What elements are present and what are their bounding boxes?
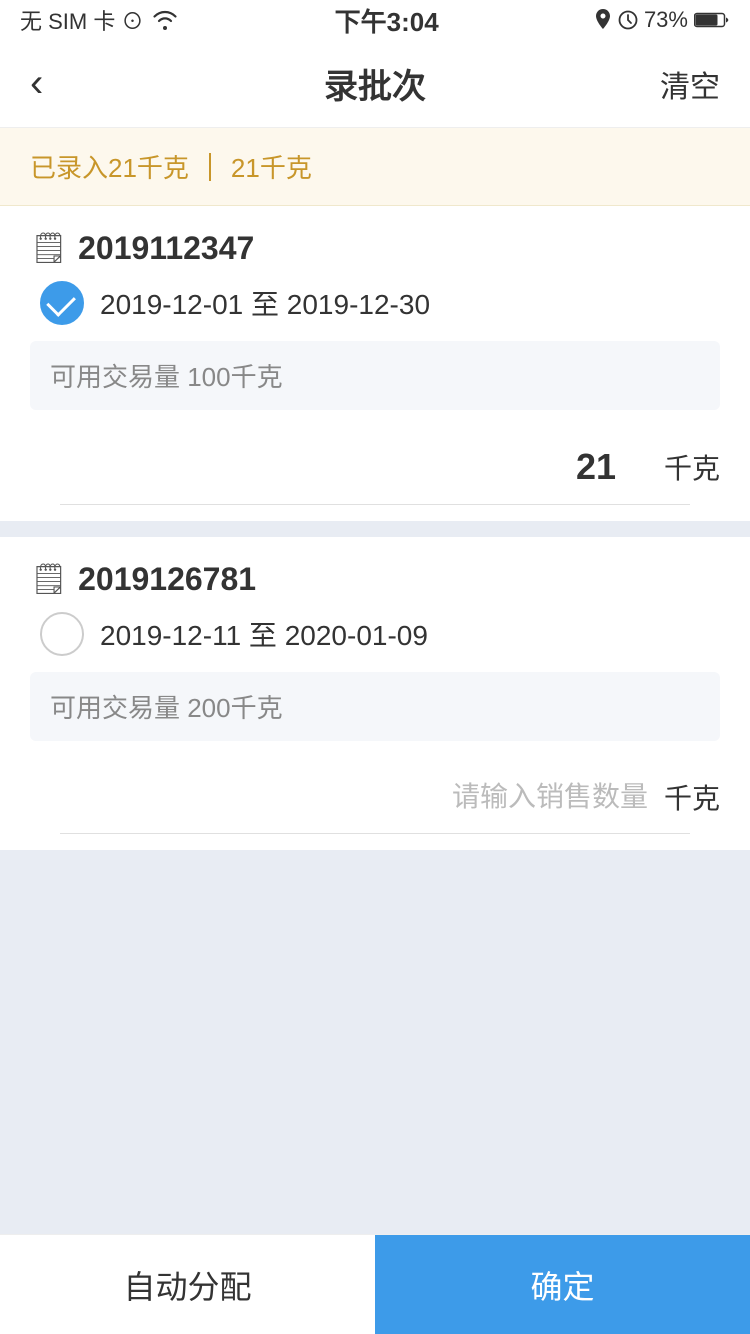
status-left: 无 SIM 卡 ⊙	[20, 4, 179, 36]
input-row-2: 千克	[30, 761, 720, 833]
qty-unit-2: 千克	[664, 777, 720, 817]
recorded-value: 21千克	[231, 148, 312, 185]
batch-item-2: 🗒 2019126781 2019-12-11 至 2020-01-09 可用交…	[0, 537, 750, 741]
location-icon	[594, 9, 612, 31]
batch-date-2: 2019-12-11 至 2020-01-09	[100, 614, 428, 654]
batch-id-1: 2019112347	[78, 230, 254, 267]
batch-date-1: 2019-12-01 至 2019-12-30	[100, 283, 430, 323]
batch-header-1: 🗒 2019112347	[30, 230, 720, 267]
status-right: 73%	[594, 7, 730, 33]
page-title: 录批次	[324, 59, 426, 108]
section-gap-1	[0, 521, 750, 537]
battery-text: 73%	[644, 7, 688, 33]
recorded-label: 已录入21千克	[30, 148, 189, 185]
batch-header-2: 🗒 2019126781	[30, 561, 720, 598]
radio-button-2[interactable]	[40, 612, 84, 656]
batch-doc-icon-2: 🗒	[30, 562, 68, 597]
batch-date-row-1: 2019-12-01 至 2019-12-30	[30, 281, 720, 325]
nav-bar: ‹ 录批次 清空	[0, 40, 750, 128]
quantity-input-2[interactable]	[30, 781, 648, 813]
available-box-1: 可用交易量 100千克	[30, 341, 720, 410]
info-divider	[209, 153, 211, 181]
available-box-2: 可用交易量 200千克	[30, 672, 720, 741]
back-button[interactable]: ‹	[30, 61, 90, 106]
qty-container-1: 21 千克	[0, 410, 750, 521]
status-time: 下午3:04	[335, 2, 439, 39]
info-bar: 已录入21千克 21千克	[0, 128, 750, 206]
batch-date-row-2: 2019-12-11 至 2020-01-09	[30, 612, 720, 656]
qty-container-2: 千克	[0, 741, 750, 850]
radio-button-1[interactable]	[40, 281, 84, 325]
wifi-icon	[151, 10, 179, 30]
batch-doc-icon-1: 🗒	[30, 231, 68, 266]
qty-row-1: 21 千克	[30, 430, 720, 504]
bottom-bar: 自动分配 确定	[0, 1234, 750, 1334]
batch-item-1: 🗒 2019112347 2019-12-01 至 2019-12-30 可用交…	[0, 206, 750, 410]
status-bar: 无 SIM 卡 ⊙ 下午3:04 73%	[0, 0, 750, 40]
battery-icon	[694, 11, 730, 29]
no-sim-text: 无 SIM 卡 ⊙	[20, 4, 143, 36]
clock-icon	[618, 10, 638, 30]
auto-distribute-button[interactable]: 自动分配	[0, 1235, 375, 1334]
clear-button[interactable]: 清空	[660, 62, 720, 106]
batch-id-2: 2019126781	[78, 561, 256, 598]
qty-unit-1: 千克	[664, 447, 720, 487]
qty-value-1: 21	[576, 446, 616, 488]
confirm-button[interactable]: 确定	[375, 1235, 750, 1334]
